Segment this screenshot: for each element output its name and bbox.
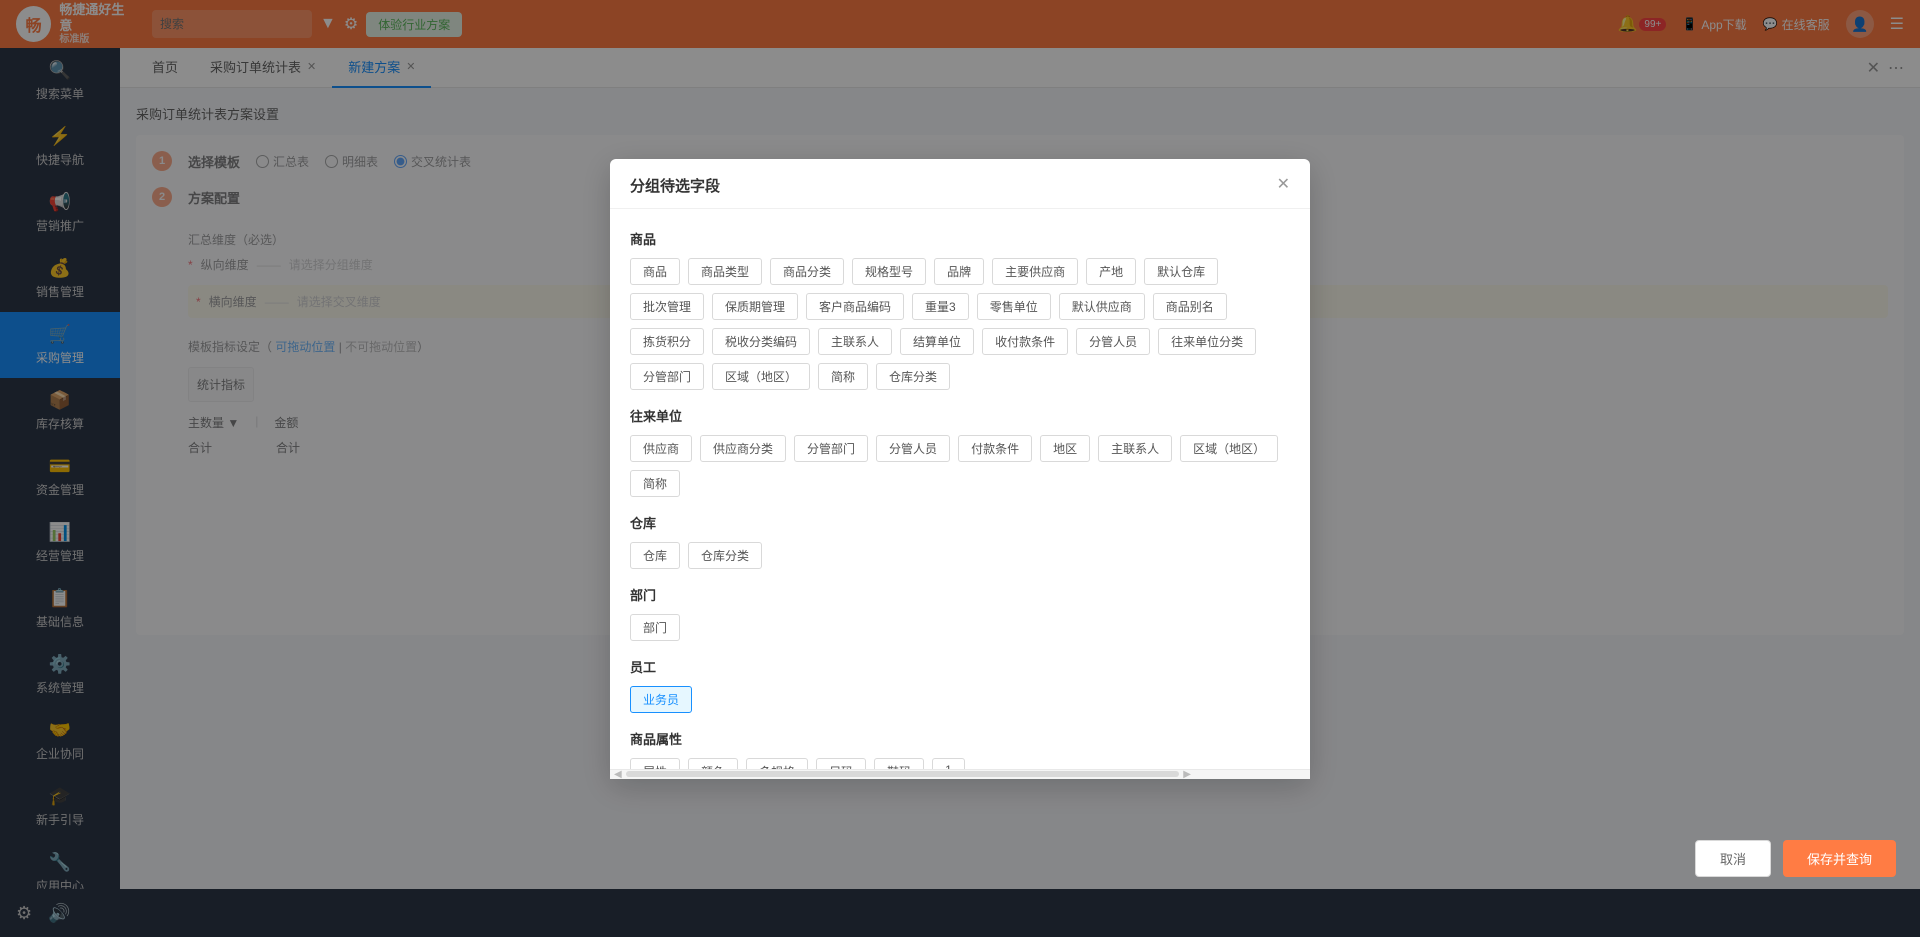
section-title-dept: 部门: [630, 585, 1290, 604]
cancel-button[interactable]: 取消: [1695, 840, 1771, 877]
modal-header: 分组待选字段 ✕: [610, 159, 1310, 209]
chip-attr-3[interactable]: 多规格: [746, 758, 808, 769]
chip-goods-20[interactable]: 收付款条件: [982, 328, 1068, 355]
chip-goods-1[interactable]: 商品: [630, 258, 680, 285]
section-chips-warehouse: 仓库 仓库分类: [630, 542, 1290, 569]
chip-dept-1[interactable]: 部门: [630, 614, 680, 641]
chip-contact-7[interactable]: 主联系人: [1098, 435, 1172, 462]
chip-attr-6[interactable]: 1: [932, 758, 965, 769]
chip-employee-1[interactable]: 业务员: [630, 686, 692, 713]
chip-goods-21[interactable]: 分管人员: [1076, 328, 1150, 355]
modal-close-btn[interactable]: ✕: [1277, 177, 1290, 193]
field-selection-modal: 分组待选字段 ✕ 商品 商品 商品类型 商品分类 规格型号 品牌 主要供应商 产…: [610, 159, 1310, 779]
chip-warehouse-2[interactable]: 仓库分类: [688, 542, 762, 569]
modal-body[interactable]: 商品 商品 商品类型 商品分类 规格型号 品牌 主要供应商 产地 默认仓库 批次…: [610, 209, 1310, 769]
chip-goods-12[interactable]: 重量3: [912, 293, 969, 320]
section-chips-contacts: 供应商 供应商分类 分管部门 分管人员 付款条件 地区 主联系人 区域（地区） …: [630, 435, 1290, 497]
chip-goods-11[interactable]: 客户商品编码: [806, 293, 904, 320]
chip-goods-19[interactable]: 结算单位: [900, 328, 974, 355]
chip-attr-5[interactable]: 鞋码: [874, 758, 924, 769]
section-title-warehouse: 仓库: [630, 513, 1290, 532]
chip-goods-23[interactable]: 分管部门: [630, 363, 704, 390]
chip-goods-18[interactable]: 主联系人: [818, 328, 892, 355]
chip-goods-2[interactable]: 商品类型: [688, 258, 762, 285]
chip-goods-10[interactable]: 保质期管理: [712, 293, 798, 320]
chip-goods-14[interactable]: 默认供应商: [1059, 293, 1145, 320]
chip-contact-1[interactable]: 供应商: [630, 435, 692, 462]
chip-goods-26[interactable]: 仓库分类: [876, 363, 950, 390]
chip-goods-16[interactable]: 拣货积分: [630, 328, 704, 355]
chip-goods-24[interactable]: 区域（地区）: [712, 363, 810, 390]
section-chips-employee: 业务员: [630, 686, 1290, 713]
section-title-goods: 商品: [630, 229, 1290, 248]
chip-warehouse-1[interactable]: 仓库: [630, 542, 680, 569]
chip-goods-13[interactable]: 零售单位: [977, 293, 1051, 320]
save-button[interactable]: 保存并查询: [1783, 840, 1896, 877]
chip-goods-5[interactable]: 品牌: [934, 258, 984, 285]
modal-hscroll-thumb[interactable]: [626, 771, 1180, 777]
section-chips-goods: 商品 商品类型 商品分类 规格型号 品牌 主要供应商 产地 默认仓库 批次管理 …: [630, 258, 1290, 390]
chip-contact-5[interactable]: 付款条件: [958, 435, 1032, 462]
chip-attr-2[interactable]: 颜色: [688, 758, 738, 769]
modal-title: 分组待选字段: [630, 175, 720, 196]
chip-goods-3[interactable]: 商品分类: [770, 258, 844, 285]
section-chips-dept: 部门: [630, 614, 1290, 641]
chip-attr-4[interactable]: 尺码: [816, 758, 866, 769]
chip-goods-15[interactable]: 商品别名: [1153, 293, 1227, 320]
chip-goods-25[interactable]: 简称: [818, 363, 868, 390]
section-title-employee: 员工: [630, 657, 1290, 676]
chip-goods-8[interactable]: 默认仓库: [1144, 258, 1218, 285]
chip-contact-2[interactable]: 供应商分类: [700, 435, 786, 462]
chip-goods-22[interactable]: 往来单位分类: [1158, 328, 1256, 355]
section-chips-attrs: 属性 颜色 多规格 尺码 鞋码 1: [630, 758, 1290, 769]
chip-attr-1[interactable]: 属性: [630, 758, 680, 769]
chip-goods-6[interactable]: 主要供应商: [992, 258, 1078, 285]
chip-goods-4[interactable]: 规格型号: [852, 258, 926, 285]
chip-contact-3[interactable]: 分管部门: [794, 435, 868, 462]
chip-goods-9[interactable]: 批次管理: [630, 293, 704, 320]
chip-contact-9[interactable]: 简称: [630, 470, 680, 497]
chip-contact-4[interactable]: 分管人员: [876, 435, 950, 462]
chip-contact-8[interactable]: 区域（地区）: [1180, 435, 1278, 462]
chip-contact-6[interactable]: 地区: [1040, 435, 1090, 462]
section-title-contacts: 往来单位: [630, 406, 1290, 425]
chip-goods-17[interactable]: 税收分类编码: [712, 328, 810, 355]
footer-actions: 取消 保存并查询: [1671, 828, 1920, 889]
section-title-attrs: 商品属性: [630, 729, 1290, 748]
modal-overlay: 分组待选字段 ✕ 商品 商品 商品类型 商品分类 规格型号 品牌 主要供应商 产…: [0, 0, 1920, 937]
chip-goods-7[interactable]: 产地: [1086, 258, 1136, 285]
modal-horizontal-scrollbar[interactable]: ◀ ▶: [610, 769, 1310, 779]
